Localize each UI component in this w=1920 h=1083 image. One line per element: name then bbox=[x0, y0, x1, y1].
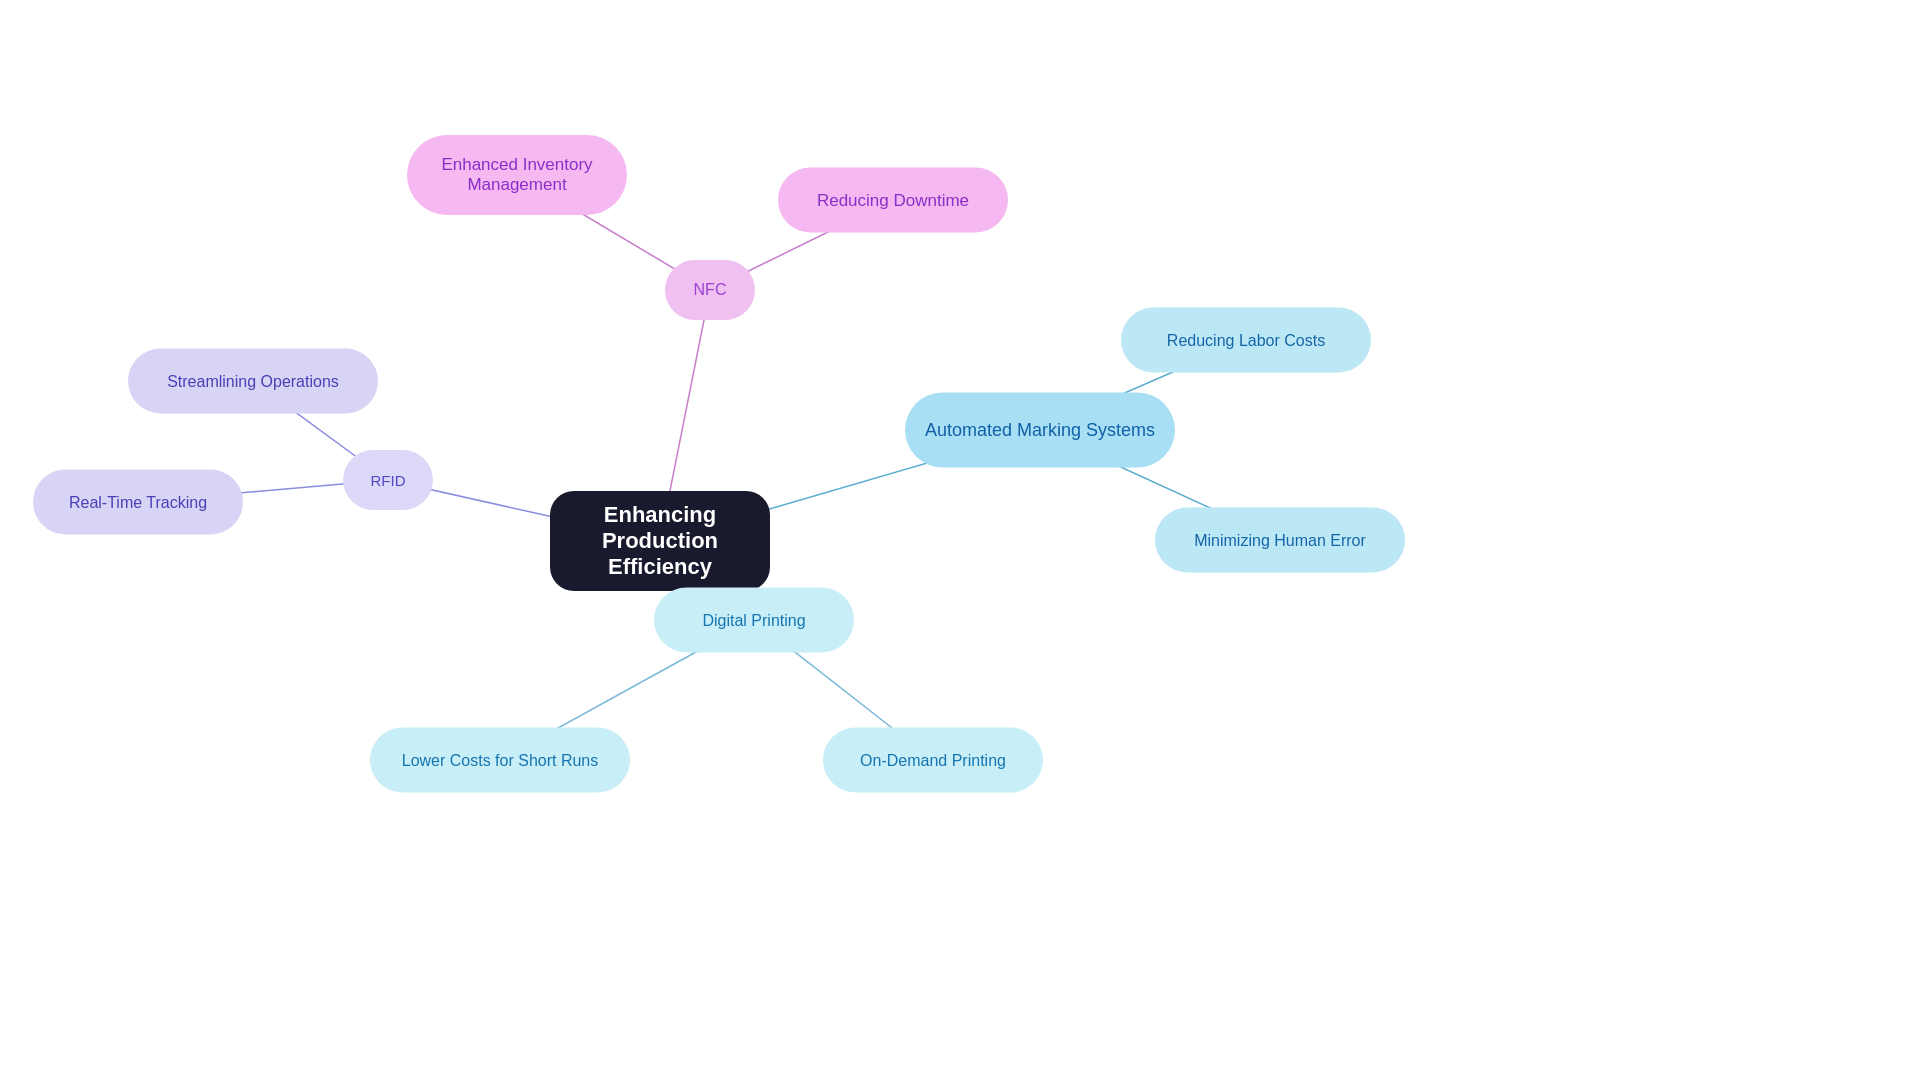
mindmap-container: Enhancing Production Efficiency NFC RFID… bbox=[0, 0, 1920, 1083]
node-central[interactable]: Enhancing Production Efficiency bbox=[550, 491, 770, 591]
node-realtime-tracking[interactable]: Real-Time Tracking bbox=[33, 470, 243, 535]
node-reducing-downtime[interactable]: Reducing Downtime bbox=[778, 168, 1008, 233]
node-streamlining-ops[interactable]: Streamlining Operations bbox=[128, 349, 378, 414]
node-rfid[interactable]: RFID bbox=[343, 450, 433, 510]
node-lower-costs[interactable]: Lower Costs for Short Runs bbox=[370, 728, 630, 793]
node-on-demand[interactable]: On-Demand Printing bbox=[823, 728, 1043, 793]
node-nfc[interactable]: NFC bbox=[665, 260, 755, 320]
connections-svg bbox=[0, 0, 1920, 1083]
node-enhanced-inventory[interactable]: Enhanced Inventory Management bbox=[407, 135, 627, 215]
node-digital-printing[interactable]: Digital Printing bbox=[654, 588, 854, 653]
node-reducing-labor[interactable]: Reducing Labor Costs bbox=[1121, 308, 1371, 373]
node-minimizing-error[interactable]: Minimizing Human Error bbox=[1155, 508, 1405, 573]
node-automated-marking[interactable]: Automated Marking Systems bbox=[905, 393, 1175, 468]
